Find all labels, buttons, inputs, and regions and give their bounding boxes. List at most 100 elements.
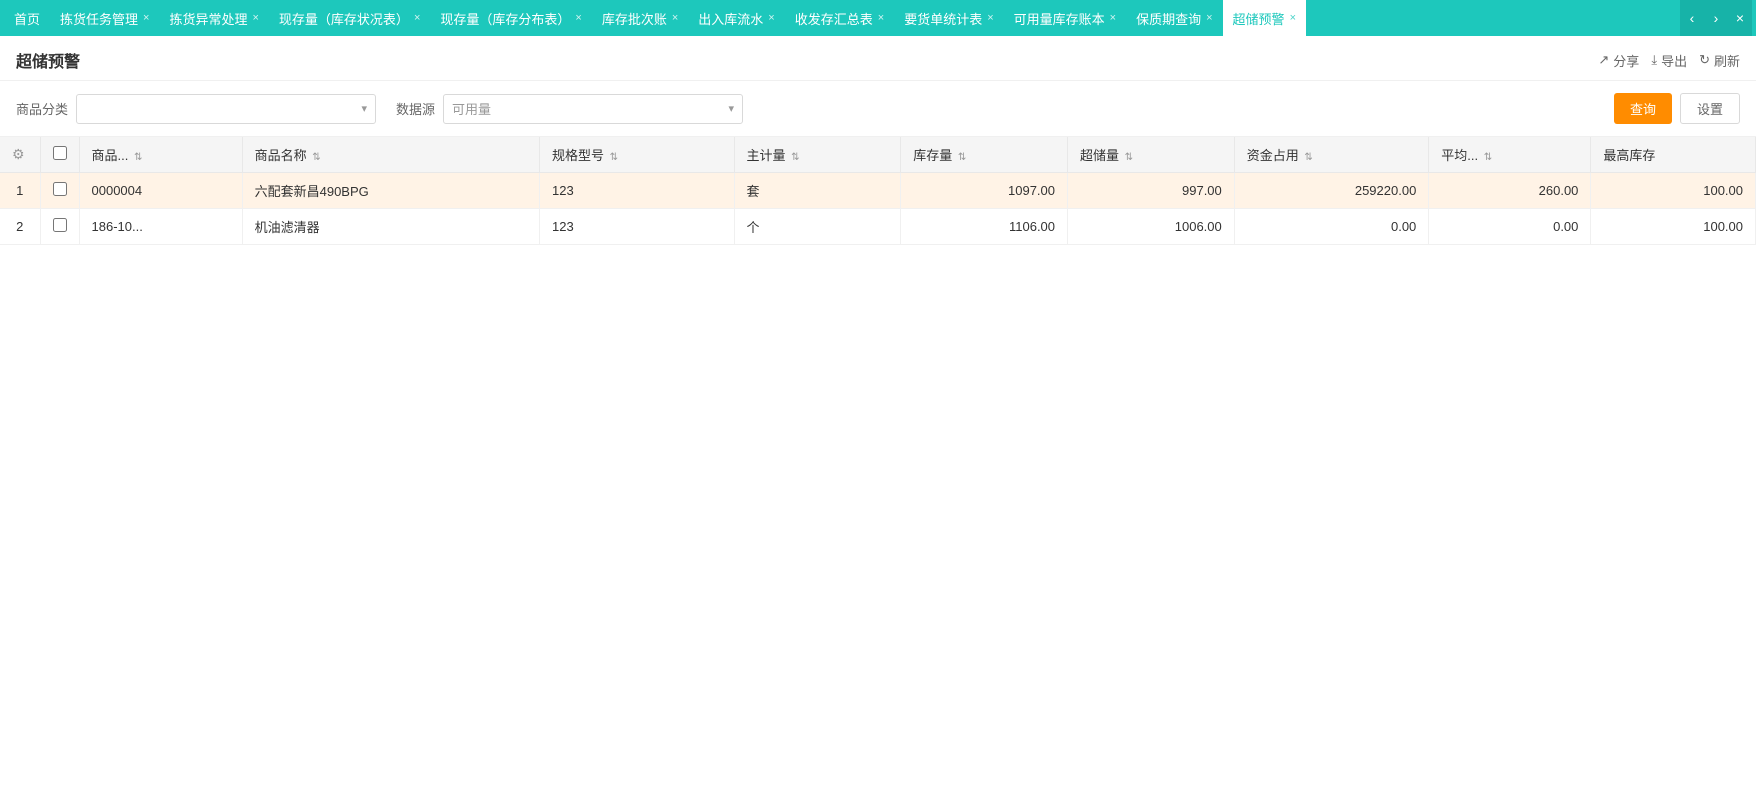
th-spec[interactable]: 规格型号 ⇅ — [539, 137, 734, 173]
share-button[interactable]: ↗ 分享 — [1598, 51, 1639, 70]
filter-actions: 查询 设置 — [1614, 93, 1740, 124]
td-max-stock: 100.00 — [1591, 209, 1756, 245]
nav-tab-picking-task[interactable]: 拣货任务管理 × — [50, 0, 159, 36]
nav-tab-available-account[interactable]: 可用量库存账本 × — [1004, 0, 1126, 36]
close-icon[interactable]: × — [987, 12, 993, 24]
refresh-button[interactable]: ↻ 刷新 — [1699, 51, 1740, 70]
settings-button[interactable]: 设置 — [1680, 93, 1740, 124]
category-filter-group: 商品分类 ▾ — [16, 94, 376, 124]
td-avg: 260.00 — [1429, 173, 1591, 209]
td-capital: 259220.00 — [1234, 173, 1429, 209]
export-button[interactable]: ⤓ 导出 — [1651, 51, 1687, 70]
nav-tab-inventory-dist[interactable]: 现存量（库存分布表） × — [430, 0, 591, 36]
close-icon[interactable]: × — [1206, 12, 1212, 24]
td-check — [40, 209, 79, 245]
th-check — [40, 137, 79, 173]
td-avg: 0.00 — [1429, 209, 1591, 245]
th-product-code[interactable]: 商品... ⇅ — [79, 137, 242, 173]
td-unit: 个 — [734, 209, 901, 245]
td-row-num: 1 — [0, 173, 40, 209]
share-icon: ↗ — [1598, 52, 1609, 68]
sort-icon: ⇅ — [791, 152, 799, 163]
nav-tab-picking-exception[interactable]: 拣货异常处理 × — [159, 0, 268, 36]
td-over-stock: 1006.00 — [1068, 209, 1235, 245]
datasource-select-text: 可用量 — [452, 99, 491, 118]
page-content: 超储预警 ↗ 分享 ⤓ 导出 ↻ 刷新 商品分类 ▾ 数据源 — [0, 36, 1756, 800]
td-row-num: 2 — [0, 209, 40, 245]
table-row: 2 186-10... 机油滤清器 123 个 1106.00 1006.00 … — [0, 209, 1756, 245]
page-title: 超储预警 — [16, 48, 80, 72]
chevron-down-icon: ▾ — [729, 102, 735, 115]
close-icon[interactable]: × — [143, 12, 149, 24]
close-icon[interactable]: × — [414, 12, 420, 24]
td-max-stock: 100.00 — [1591, 173, 1756, 209]
table-container: ⚙ 商品... ⇅ 商品名称 ⇅ 规格型号 ⇅ — [0, 137, 1756, 245]
query-button[interactable]: 查询 — [1614, 93, 1672, 124]
chevron-down-icon: ▾ — [361, 102, 367, 115]
nav-arrow-right[interactable]: › — [1704, 0, 1728, 36]
datasource-label: 数据源 — [396, 99, 435, 118]
sort-icon: ⇅ — [312, 152, 320, 163]
th-max-stock[interactable]: 最高库存 — [1591, 137, 1756, 173]
th-capital[interactable]: 资金占用 ⇅ — [1234, 137, 1429, 173]
header-actions: ↗ 分享 ⤓ 导出 ↻ 刷新 — [1598, 51, 1740, 70]
close-icon[interactable]: × — [672, 12, 678, 24]
nav-tab-inout-flow[interactable]: 出入库流水 × — [688, 0, 784, 36]
td-product-name: 六配套新昌490BPG — [242, 173, 539, 209]
td-product-code: 0000004 — [79, 173, 242, 209]
data-table: ⚙ 商品... ⇅ 商品名称 ⇅ 规格型号 ⇅ — [0, 137, 1756, 245]
nav-arrows: ‹ › × — [1680, 0, 1752, 36]
td-unit: 套 — [734, 173, 901, 209]
td-product-name: 机油滤清器 — [242, 209, 539, 245]
datasource-select[interactable]: 可用量 ▾ — [443, 94, 743, 124]
sort-icon: ⇅ — [610, 152, 618, 163]
close-icon[interactable]: × — [252, 12, 258, 24]
export-icon: ⤓ — [1651, 52, 1657, 68]
page-header: 超储预警 ↗ 分享 ⤓ 导出 ↻ 刷新 — [0, 36, 1756, 81]
td-capital: 0.00 — [1234, 209, 1429, 245]
close-icon[interactable]: × — [878, 12, 884, 24]
th-over-stock[interactable]: 超储量 ⇅ — [1068, 137, 1235, 173]
nav-tab-batch-account[interactable]: 库存批次账 × — [592, 0, 688, 36]
close-icon[interactable]: × — [1290, 12, 1296, 24]
refresh-icon: ↻ — [1699, 52, 1710, 68]
th-unit[interactable]: 主计量 ⇅ — [734, 137, 901, 173]
th-stock[interactable]: 库存量 ⇅ — [901, 137, 1068, 173]
th-settings: ⚙ — [0, 137, 40, 173]
nav-tab-inventory-status[interactable]: 现存量（库存状况表） × — [269, 0, 430, 36]
datasource-filter-group: 数据源 可用量 ▾ — [396, 94, 743, 124]
nav-tab-home[interactable]: 首页 — [4, 0, 50, 36]
close-icon[interactable]: × — [1110, 12, 1116, 24]
th-product-name[interactable]: 商品名称 ⇅ — [242, 137, 539, 173]
td-spec: 123 — [539, 173, 734, 209]
row-checkbox[interactable] — [53, 182, 67, 196]
nav-arrow-left[interactable]: ‹ — [1680, 0, 1704, 36]
nav-tab-collect-summary[interactable]: 收发存汇总表 × — [785, 0, 894, 36]
sort-icon: ⇅ — [1304, 152, 1312, 163]
table-row: 1 0000004 六配套新昌490BPG 123 套 1097.00 997.… — [0, 173, 1756, 209]
top-navigation: 首页 拣货任务管理 × 拣货异常处理 × 现存量（库存状况表） × 现存量（库存… — [0, 0, 1756, 36]
th-avg[interactable]: 平均... ⇅ — [1429, 137, 1591, 173]
td-product-code: 186-10... — [79, 209, 242, 245]
category-select[interactable]: ▾ — [76, 94, 376, 124]
row-checkbox[interactable] — [53, 218, 67, 232]
nav-tab-order-stats[interactable]: 要货单统计表 × — [894, 0, 1003, 36]
category-label: 商品分类 — [16, 99, 68, 118]
filter-bar: 商品分类 ▾ 数据源 可用量 ▾ 查询 设置 — [0, 81, 1756, 137]
nav-arrow-close[interactable]: × — [1728, 0, 1752, 36]
nav-tab-overstock-warning[interactable]: 超储预警 × — [1223, 0, 1306, 36]
select-all-checkbox[interactable] — [53, 146, 67, 160]
td-over-stock: 997.00 — [1068, 173, 1235, 209]
sort-icon: ⇅ — [1125, 152, 1133, 163]
td-check — [40, 173, 79, 209]
td-spec: 123 — [539, 209, 734, 245]
close-icon[interactable]: × — [575, 12, 581, 24]
sort-icon: ⇅ — [134, 152, 142, 163]
td-stock: 1106.00 — [901, 209, 1068, 245]
sort-icon: ⇅ — [958, 152, 966, 163]
settings-icon[interactable]: ⚙ — [12, 146, 25, 162]
close-icon[interactable]: × — [768, 12, 774, 24]
nav-tab-expiry-query[interactable]: 保质期查询 × — [1126, 0, 1222, 36]
td-stock: 1097.00 — [901, 173, 1068, 209]
sort-icon: ⇅ — [1484, 152, 1492, 163]
